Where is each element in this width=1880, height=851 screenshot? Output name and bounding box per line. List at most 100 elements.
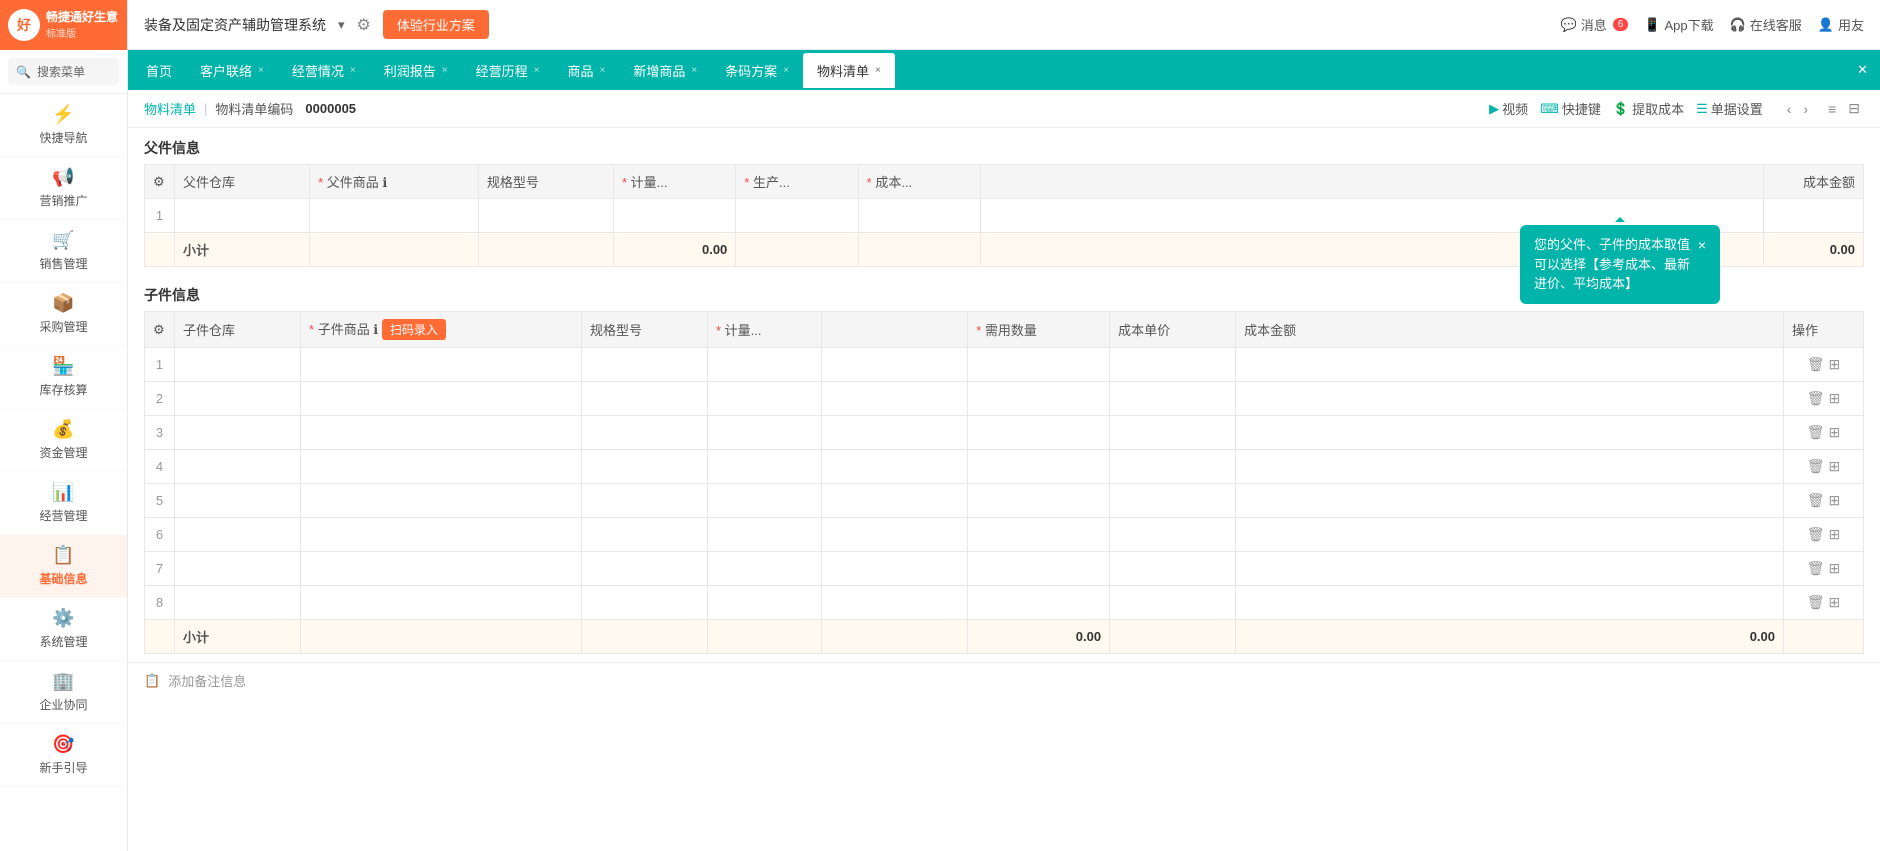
child-row-8-qty[interactable]	[968, 586, 1110, 620]
sidebar-item-quick-nav[interactable]: ⚡ 快捷导航	[0, 94, 127, 157]
scan-button[interactable]: 扫码录入	[382, 319, 446, 340]
delete-icon-3[interactable]: 🗑	[1807, 424, 1825, 441]
child-row-2-warehouse[interactable]	[175, 382, 301, 416]
child-row-5-unit[interactable]	[707, 484, 821, 518]
view-btn[interactable]: ▶ 视频	[1489, 99, 1528, 118]
child-row-5-qty[interactable]	[968, 484, 1110, 518]
delete-icon-6[interactable]: 🗑	[1807, 526, 1825, 543]
tab-add-goods-close[interactable]: ×	[691, 65, 697, 76]
copy-icon-5[interactable]: ⊞	[1829, 492, 1841, 509]
copy-icon-4[interactable]: ⊞	[1829, 458, 1841, 475]
child-row-5-spec[interactable]	[581, 484, 707, 518]
tab-home[interactable]: 首页	[132, 53, 186, 88]
sidebar-item-operation[interactable]: 📊 经营管理	[0, 472, 127, 535]
tab-bom-close[interactable]: ×	[875, 65, 881, 76]
parent-col-settings[interactable]: ⚙	[145, 165, 175, 199]
parent-row-1-unit[interactable]	[613, 199, 735, 233]
child-row-8-unit[interactable]	[707, 586, 821, 620]
next-arrow[interactable]: ›	[1799, 99, 1812, 119]
delete-icon-4[interactable]: 🗑	[1807, 458, 1825, 475]
copy-icon-6[interactable]: ⊞	[1829, 526, 1841, 543]
tab-add-goods[interactable]: 新增商品 ×	[619, 53, 711, 88]
delete-icon-5[interactable]: 🗑	[1807, 492, 1825, 509]
child-row-2-qty[interactable]	[968, 382, 1110, 416]
parent-row-1-goods[interactable]	[310, 199, 479, 233]
setting-btn[interactable]: ☰ 单据设置	[1696, 99, 1763, 118]
child-row-8-spec[interactable]	[581, 586, 707, 620]
child-row-4-unit[interactable]	[707, 450, 821, 484]
child-row-7-warehouse[interactable]	[175, 552, 301, 586]
sidebar-item-purchase[interactable]: 📦 采购管理	[0, 283, 127, 346]
tab-operation-status[interactable]: 经营情况 ×	[278, 53, 370, 88]
tab-bom[interactable]: 物料清单 ×	[803, 53, 895, 88]
child-row-6-unit[interactable]	[707, 518, 821, 552]
copy-icon-7[interactable]: ⊞	[1829, 560, 1841, 577]
child-row-4-unit-cost[interactable]	[1110, 450, 1236, 484]
tab-customer[interactable]: 客户联络 ×	[186, 53, 278, 88]
delete-icon-1[interactable]: 🗑	[1807, 356, 1825, 373]
child-row-8-warehouse[interactable]	[175, 586, 301, 620]
child-row-8-unit-cost[interactable]	[1110, 586, 1236, 620]
app-download-button[interactable]: 📱 App下载	[1644, 15, 1713, 34]
trial-button[interactable]: 体验行业方案	[383, 10, 489, 39]
child-row-3-unit[interactable]	[707, 416, 821, 450]
cost-btn[interactable]: 💲 提取成本	[1613, 99, 1684, 118]
child-col-settings[interactable]: ⚙	[145, 312, 175, 348]
child-row-1-spec[interactable]	[581, 348, 707, 382]
child-row-1-warehouse[interactable]	[175, 348, 301, 382]
child-row-6-unit-cost[interactable]	[1110, 518, 1236, 552]
tab-profit[interactable]: 利润报告 ×	[370, 53, 462, 88]
child-row-6-warehouse[interactable]	[175, 518, 301, 552]
child-row-7-qty[interactable]	[968, 552, 1110, 586]
child-row-6-spec[interactable]	[581, 518, 707, 552]
sidebar-item-finance[interactable]: 💰 资金管理	[0, 409, 127, 472]
child-row-2-unit-cost[interactable]	[1110, 382, 1236, 416]
sidebar-item-sales[interactable]: 🛒 销售管理	[0, 220, 127, 283]
child-row-6-qty[interactable]	[968, 518, 1110, 552]
message-button[interactable]: 💬 消息 6	[1561, 15, 1629, 34]
shortcut-btn[interactable]: ⌨ 快捷键	[1540, 99, 1601, 118]
child-row-2-spec[interactable]	[581, 382, 707, 416]
child-row-7-spec[interactable]	[581, 552, 707, 586]
gear-icon[interactable]: ⚙	[357, 15, 371, 35]
delete-icon-8[interactable]: 🗑	[1807, 594, 1825, 611]
child-row-2-unit[interactable]	[707, 382, 821, 416]
sidebar-item-guide[interactable]: 🎯 新手引导	[0, 724, 127, 787]
sidebar-item-system[interactable]: ⚙️ 系统管理	[0, 598, 127, 661]
list-view-btn[interactable]: ≡	[1824, 99, 1840, 119]
child-row-1-goods[interactable]	[301, 348, 582, 382]
sidebar-item-basic[interactable]: 📋 基础信息	[0, 535, 127, 598]
copy-icon-2[interactable]: ⊞	[1829, 390, 1841, 407]
parent-row-1-produce[interactable]	[736, 199, 858, 233]
parent-row-1-warehouse[interactable]	[175, 199, 310, 233]
child-row-3-qty[interactable]	[968, 416, 1110, 450]
child-row-6-goods[interactable]	[301, 518, 582, 552]
child-row-8-goods[interactable]	[301, 586, 582, 620]
tab-operation-status-close[interactable]: ×	[350, 65, 356, 76]
tooltip-close-btn[interactable]: ×	[1698, 235, 1706, 256]
system-dropdown[interactable]: ▾	[338, 17, 345, 33]
delete-icon-7[interactable]: 🗑	[1807, 560, 1825, 577]
tab-profit-close[interactable]: ×	[442, 65, 448, 76]
child-row-1-qty[interactable]	[968, 348, 1110, 382]
child-row-5-warehouse[interactable]	[175, 484, 301, 518]
copy-icon-8[interactable]: ⊞	[1829, 594, 1841, 611]
breadcrumb-bom[interactable]: 物料清单	[144, 99, 196, 118]
copy-icon-1[interactable]: ⊞	[1829, 356, 1841, 373]
tab-barcode-close[interactable]: ×	[783, 65, 789, 76]
child-row-7-unit[interactable]	[707, 552, 821, 586]
grid-view-btn[interactable]: ⊟	[1844, 98, 1864, 119]
prev-arrow[interactable]: ‹	[1783, 99, 1796, 119]
parent-row-1-spec[interactable]	[478, 199, 613, 233]
sidebar-item-inventory[interactable]: 🏪 库存核算	[0, 346, 127, 409]
search-menu-button[interactable]: 🔍 搜索菜单	[8, 58, 119, 85]
child-row-4-goods[interactable]	[301, 450, 582, 484]
child-row-4-spec[interactable]	[581, 450, 707, 484]
parent-row-1-cost[interactable]	[858, 199, 980, 233]
tab-history-close[interactable]: ×	[534, 65, 540, 76]
child-row-3-spec[interactable]	[581, 416, 707, 450]
child-row-2-goods[interactable]	[301, 382, 582, 416]
child-row-3-warehouse[interactable]	[175, 416, 301, 450]
child-row-3-unit-cost[interactable]	[1110, 416, 1236, 450]
online-service-button[interactable]: 🎧 在线客服	[1730, 15, 1802, 34]
